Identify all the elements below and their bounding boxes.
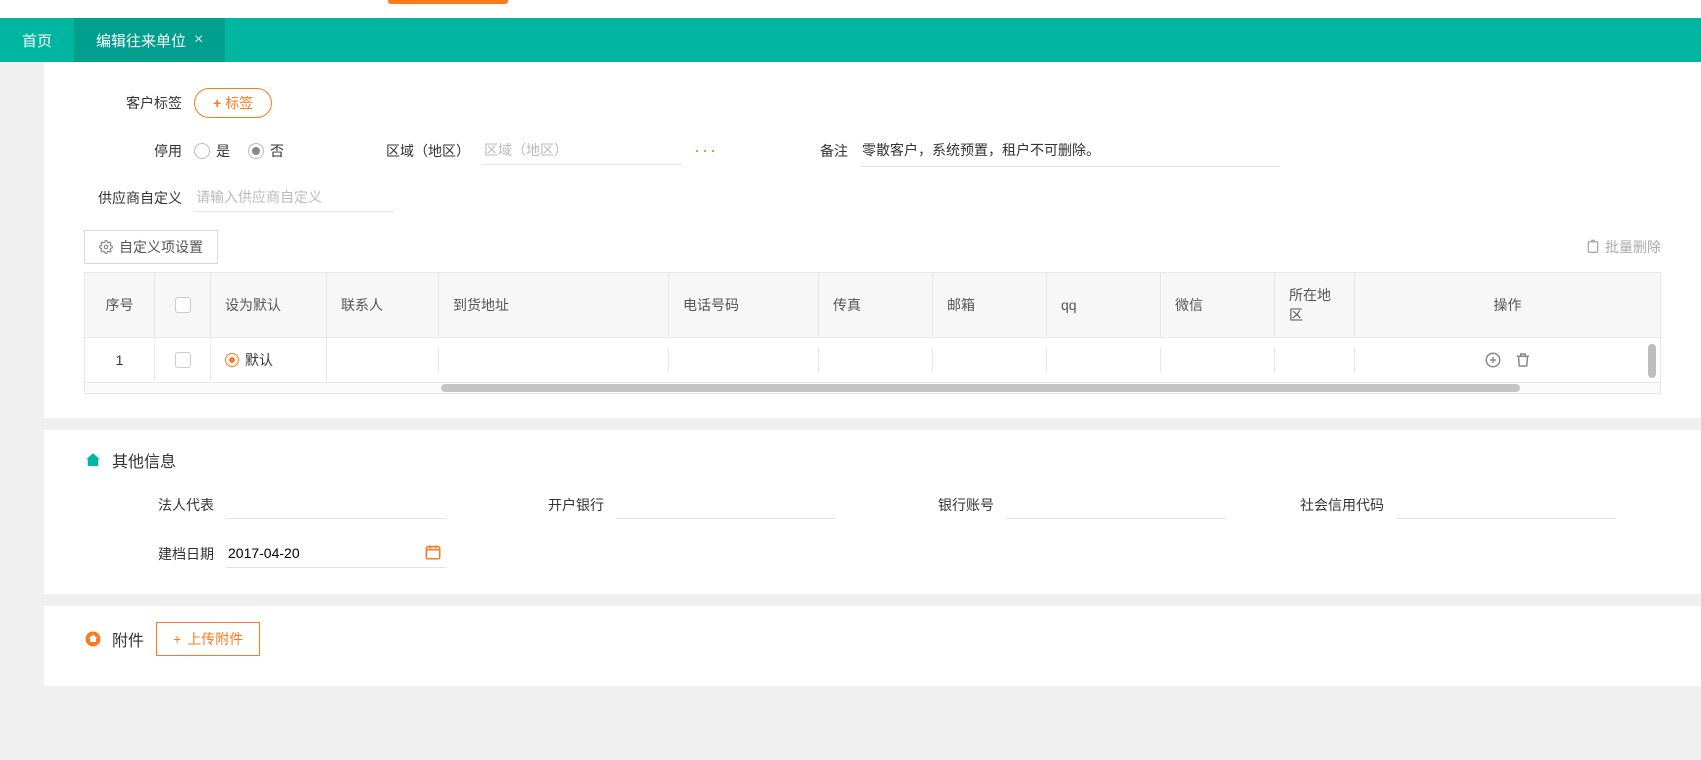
bank-input[interactable] <box>616 490 836 519</box>
cell-qq[interactable] <box>1047 348 1161 372</box>
supplier-custom-label: 供应商自定义 <box>84 188 182 208</box>
tab-home-label: 首页 <box>22 30 52 51</box>
col-ops: 操作 <box>1355 273 1660 337</box>
close-icon[interactable]: × <box>194 31 203 49</box>
attachment-section-icon <box>84 630 102 648</box>
tab-edit-partner[interactable]: 编辑往来单位 × <box>74 18 225 62</box>
credit-input[interactable] <box>1396 490 1616 519</box>
cell-mail[interactable] <box>933 348 1047 372</box>
col-qq: qq <box>1047 273 1161 337</box>
region-input[interactable] <box>482 136 682 165</box>
remark-label: 备注 <box>788 141 848 161</box>
col-default: 设为默认 <box>211 273 327 337</box>
cell-addr[interactable] <box>439 348 669 372</box>
default-radio[interactable]: 默认 <box>225 350 273 370</box>
col-wechat: 微信 <box>1161 273 1275 337</box>
col-seq: 序号 <box>85 273 155 337</box>
customer-tag-label: 客户标签 <box>84 93 182 113</box>
supplier-custom-input[interactable] <box>194 183 394 212</box>
col-addr: 到货地址 <box>439 273 669 337</box>
cell-phone[interactable] <box>669 348 819 372</box>
attachment-title: 附件 <box>112 627 144 651</box>
table-header: 序号 设为默认 联系人 到货地址 电话号码 传真 邮箱 qq 微信 所在地区 操… <box>85 273 1660 338</box>
house-icon <box>84 451 102 469</box>
tab-home[interactable]: 首页 <box>0 18 74 62</box>
bulk-delete-button[interactable]: 批量删除 <box>1585 237 1661 257</box>
vertical-scrollbar[interactable] <box>1648 344 1656 378</box>
attachment-panel: 附件 + 上传附件 <box>44 606 1701 686</box>
tab-edit-label: 编辑往来单位 <box>96 30 186 51</box>
upload-label: 上传附件 <box>187 629 243 649</box>
calendar-icon[interactable] <box>424 543 442 561</box>
top-strip <box>0 0 1701 18</box>
horizontal-scrollbar-thumb[interactable] <box>441 384 1520 392</box>
disable-no-radio[interactable]: 否 <box>248 141 284 161</box>
main-panel: 客户标签 + 标签 停用 是 否 区域（地区） ··· 备注 <box>44 62 1701 418</box>
add-row-icon[interactable] <box>1484 351 1502 369</box>
radio-yes-label: 是 <box>216 141 230 161</box>
radio-no-label: 否 <box>270 141 284 161</box>
default-radio-label: 默认 <box>245 350 273 370</box>
delete-row-icon[interactable] <box>1514 351 1532 369</box>
custom-setting-button[interactable]: 自定义项设置 <box>84 230 218 264</box>
gear-icon <box>99 240 113 254</box>
add-tag-button[interactable]: + 标签 <box>194 88 272 118</box>
cell-ops <box>1355 339 1660 381</box>
add-tag-text: 标签 <box>225 93 253 113</box>
custom-setting-label: 自定义项设置 <box>119 237 203 257</box>
legal-label: 法人代表 <box>116 495 214 515</box>
cell-fax[interactable] <box>819 348 933 372</box>
horizontal-scrollbar-track[interactable] <box>85 383 1660 393</box>
created-date-input[interactable] <box>226 539 446 568</box>
cell-wechat[interactable] <box>1161 348 1275 372</box>
region-label: 区域（地区） <box>372 141 470 161</box>
col-contact: 联系人 <box>327 273 439 337</box>
disable-label: 停用 <box>84 141 182 161</box>
plus-icon: + <box>173 631 181 647</box>
credit-label: 社会信用代码 <box>1286 495 1384 515</box>
cell-check <box>155 340 211 380</box>
col-fax: 传真 <box>819 273 933 337</box>
cell-default: 默认 <box>211 338 327 382</box>
table-row: 1 默认 <box>85 338 1660 383</box>
page: 客户标签 + 标签 停用 是 否 区域（地区） ··· 备注 <box>44 62 1701 686</box>
row-checkbox[interactable] <box>175 352 191 368</box>
contacts-table: 序号 设为默认 联系人 到货地址 电话号码 传真 邮箱 qq 微信 所在地区 操… <box>84 272 1661 394</box>
plus-icon: + <box>213 95 221 111</box>
cell-loc[interactable] <box>1275 348 1355 372</box>
bulk-delete-icon <box>1585 239 1601 255</box>
account-input[interactable] <box>1006 490 1226 519</box>
bank-label: 开户银行 <box>506 495 604 515</box>
col-phone: 电话号码 <box>669 273 819 337</box>
created-date-label: 建档日期 <box>116 544 214 564</box>
legal-input[interactable] <box>226 490 446 519</box>
cell-contact[interactable] <box>327 348 439 372</box>
other-info-title: 其他信息 <box>112 448 176 472</box>
col-mail: 邮箱 <box>933 273 1047 337</box>
header-checkbox[interactable] <box>175 297 191 313</box>
other-info-panel: 其他信息 法人代表 开户银行 银行账号 社会信用代码 建档日期 <box>44 430 1701 594</box>
region-more-icon[interactable]: ··· <box>694 140 718 161</box>
disable-yes-radio[interactable]: 是 <box>194 141 230 161</box>
cell-seq: 1 <box>85 340 155 380</box>
col-loc: 所在地区 <box>1275 273 1355 337</box>
upload-attachment-button[interactable]: + 上传附件 <box>156 622 260 656</box>
bulk-delete-label: 批量删除 <box>1605 237 1661 257</box>
account-label: 银行账号 <box>896 495 994 515</box>
tabbar: 首页 编辑往来单位 × <box>0 18 1701 62</box>
top-accent-bar <box>388 0 508 4</box>
remark-value[interactable]: 零散客户，系统预置，租户不可删除。 <box>860 134 1280 167</box>
col-check <box>155 273 211 337</box>
